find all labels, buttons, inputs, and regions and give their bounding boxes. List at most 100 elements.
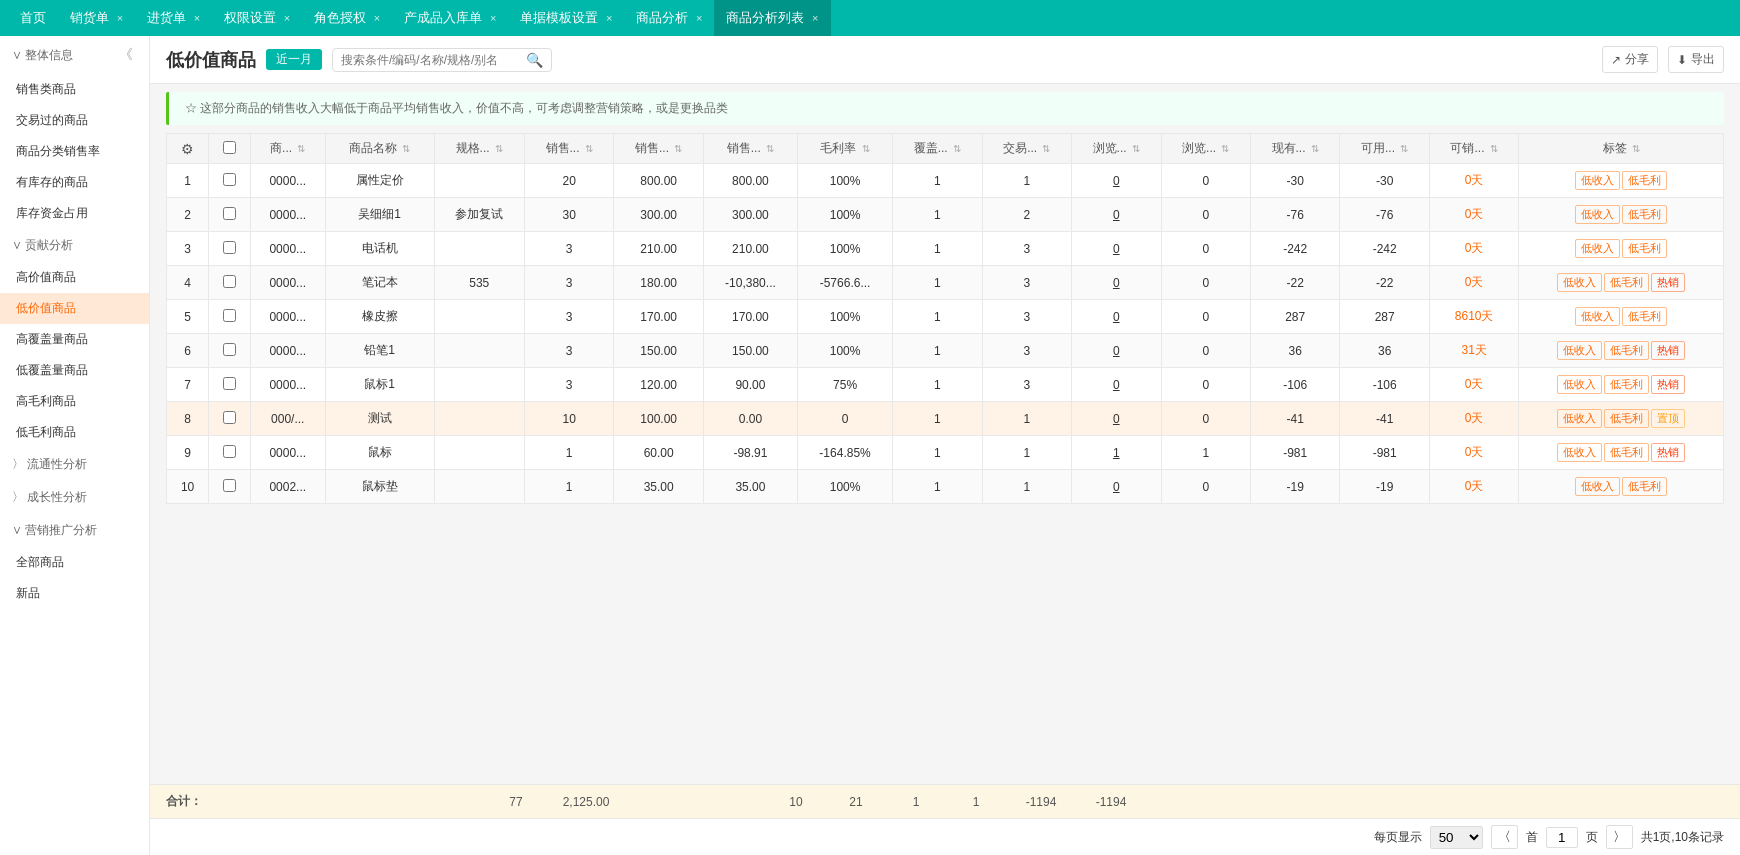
sidebar-item-high-margin[interactable]: 高毛利商品 (0, 386, 149, 417)
cell-checkbox[interactable] (209, 334, 251, 368)
cell-browse1[interactable]: 0 (1072, 164, 1161, 198)
info-icon: ☆ (185, 101, 200, 115)
first-page-btn[interactable]: 〈 (1491, 825, 1518, 849)
cell-browse1[interactable]: 0 (1072, 266, 1161, 300)
cell-browse1[interactable]: 0 (1072, 402, 1161, 436)
cell-checkbox[interactable] (209, 368, 251, 402)
sidebar-item-category-sales-rate[interactable]: 商品分类销售率 (0, 136, 149, 167)
nav-role[interactable]: 角色授权 × (302, 0, 392, 36)
nav-product-stock[interactable]: 产成品入库单 × (392, 0, 508, 36)
cell-gross-margin: 100% (798, 198, 893, 232)
sidebar-group-circulation[interactable]: 〉 流通性分析 (0, 448, 149, 481)
col-gear[interactable]: ⚙ (167, 134, 209, 164)
sidebar-item-high-coverage[interactable]: 高覆盖量商品 (0, 324, 149, 355)
share-btn[interactable]: ↗ 分享 (1602, 46, 1658, 73)
sidebar-group-contribution[interactable]: ∨ 贡献分析 (0, 229, 149, 262)
cell-browse1[interactable]: 0 (1072, 198, 1161, 232)
browse1-link[interactable]: 0 (1113, 276, 1120, 290)
cell-browse1[interactable]: 0 (1072, 470, 1161, 504)
nav-template[interactable]: 单据模板设置 × (508, 0, 624, 36)
nav-sales[interactable]: 销货单 × (58, 0, 135, 36)
tag-label: 低收入 (1575, 171, 1620, 190)
browse1-link[interactable]: 0 (1113, 412, 1120, 426)
gear-icon[interactable]: ⚙ (181, 141, 194, 157)
close-product-analysis[interactable]: × (696, 12, 702, 24)
sidebar-item-low-value[interactable]: 低价值商品 (0, 293, 149, 324)
sidebar-collapse-overall[interactable]: 《 (115, 44, 137, 66)
close-product-stock[interactable]: × (490, 12, 496, 24)
row-checkbox[interactable] (223, 343, 236, 356)
row-checkbox[interactable] (223, 445, 236, 458)
nav-permission[interactable]: 权限设置 × (212, 0, 302, 36)
search-input[interactable] (341, 53, 521, 67)
sidebar-group-overall[interactable]: ∨ 整体信息 《 (0, 36, 149, 74)
nav-home[interactable]: 首页 (8, 0, 58, 36)
sidebar-item-sales-products[interactable]: 销售类商品 (0, 74, 149, 105)
nav-product-analysis-list[interactable]: 商品分析列表 × (714, 0, 830, 36)
sidebar-group-marketing[interactable]: ∨ 营销推广分析 (0, 514, 149, 547)
cell-browse1[interactable]: 0 (1072, 334, 1161, 368)
cell-checkbox[interactable] (209, 402, 251, 436)
row-checkbox[interactable] (223, 207, 236, 220)
sidebar-item-stocked-products[interactable]: 有库存的商品 (0, 167, 149, 198)
row-checkbox[interactable] (223, 241, 236, 254)
tag-label: 低毛利 (1604, 273, 1649, 292)
browse1-link[interactable]: 0 (1113, 480, 1120, 494)
cell-checkbox[interactable] (209, 198, 251, 232)
close-purchase[interactable]: × (194, 12, 200, 24)
cell-code: 0000... (250, 164, 325, 198)
close-permission[interactable]: × (284, 12, 290, 24)
tag-label: 置顶 (1651, 409, 1685, 428)
next-page-btn[interactable]: 〉 (1606, 825, 1633, 849)
cell-tags: 低收入低毛利热销 (1519, 334, 1724, 368)
cell-checkbox[interactable] (209, 266, 251, 300)
cell-sale-amount: 150.00 (703, 334, 797, 368)
sidebar-item-inventory-capital[interactable]: 库存资金占用 (0, 198, 149, 229)
browse1-link[interactable]: 0 (1113, 174, 1120, 188)
cell-browse1[interactable]: 0 (1072, 368, 1161, 402)
sidebar-item-high-value[interactable]: 高价值商品 (0, 262, 149, 293)
sidebar-item-traded-products[interactable]: 交易过的商品 (0, 105, 149, 136)
select-all-checkbox[interactable] (223, 141, 236, 154)
export-btn[interactable]: ⬇ 导出 (1668, 46, 1724, 73)
sidebar-group-growth[interactable]: 〉 成长性分析 (0, 481, 149, 514)
time-tag-btn[interactable]: 近一月 (266, 49, 322, 70)
row-checkbox[interactable] (223, 173, 236, 186)
row-checkbox[interactable] (223, 275, 236, 288)
cell-checkbox[interactable] (209, 436, 251, 470)
cell-checkbox[interactable] (209, 300, 251, 334)
cell-sale-qty: 1 (524, 436, 613, 470)
sidebar-item-low-coverage[interactable]: 低覆盖量商品 (0, 355, 149, 386)
nav-product-analysis[interactable]: 商品分析 × (624, 0, 714, 36)
browse1-link[interactable]: 0 (1113, 378, 1120, 392)
sidebar-item-all-products[interactable]: 全部商品 (0, 547, 149, 578)
close-role[interactable]: × (374, 12, 380, 24)
row-checkbox[interactable] (223, 309, 236, 322)
cell-browse1[interactable]: 0 (1072, 232, 1161, 266)
browse1-link[interactable]: 0 (1113, 344, 1120, 358)
browse1-link[interactable]: 1 (1113, 446, 1120, 460)
close-sales[interactable]: × (117, 12, 123, 24)
cell-checkbox[interactable] (209, 164, 251, 198)
col-checkbox[interactable] (209, 134, 251, 164)
close-template[interactable]: × (606, 12, 612, 24)
browse1-link[interactable]: 0 (1113, 310, 1120, 324)
col-tags: 标签 ⇅ (1519, 134, 1724, 164)
per-page-select[interactable]: 50 20 100 (1430, 826, 1483, 849)
cell-browse1[interactable]: 1 (1072, 436, 1161, 470)
page-number-input[interactable] (1546, 827, 1578, 848)
cell-checkbox[interactable] (209, 470, 251, 504)
row-checkbox[interactable] (223, 479, 236, 492)
browse1-link[interactable]: 0 (1113, 242, 1120, 256)
sidebar-item-low-margin[interactable]: 低毛利商品 (0, 417, 149, 448)
browse1-link[interactable]: 0 (1113, 208, 1120, 222)
sidebar-item-new-products[interactable]: 新品 (0, 578, 149, 609)
cell-sale-qty: 1 (524, 470, 613, 504)
row-checkbox[interactable] (223, 377, 236, 390)
cell-browse1[interactable]: 0 (1072, 300, 1161, 334)
cell-checkbox[interactable] (209, 232, 251, 266)
nav-purchase[interactable]: 进货单 × (135, 0, 212, 36)
row-checkbox[interactable] (223, 411, 236, 424)
search-icon[interactable]: 🔍 (526, 52, 543, 68)
close-product-analysis-list[interactable]: × (812, 12, 818, 24)
